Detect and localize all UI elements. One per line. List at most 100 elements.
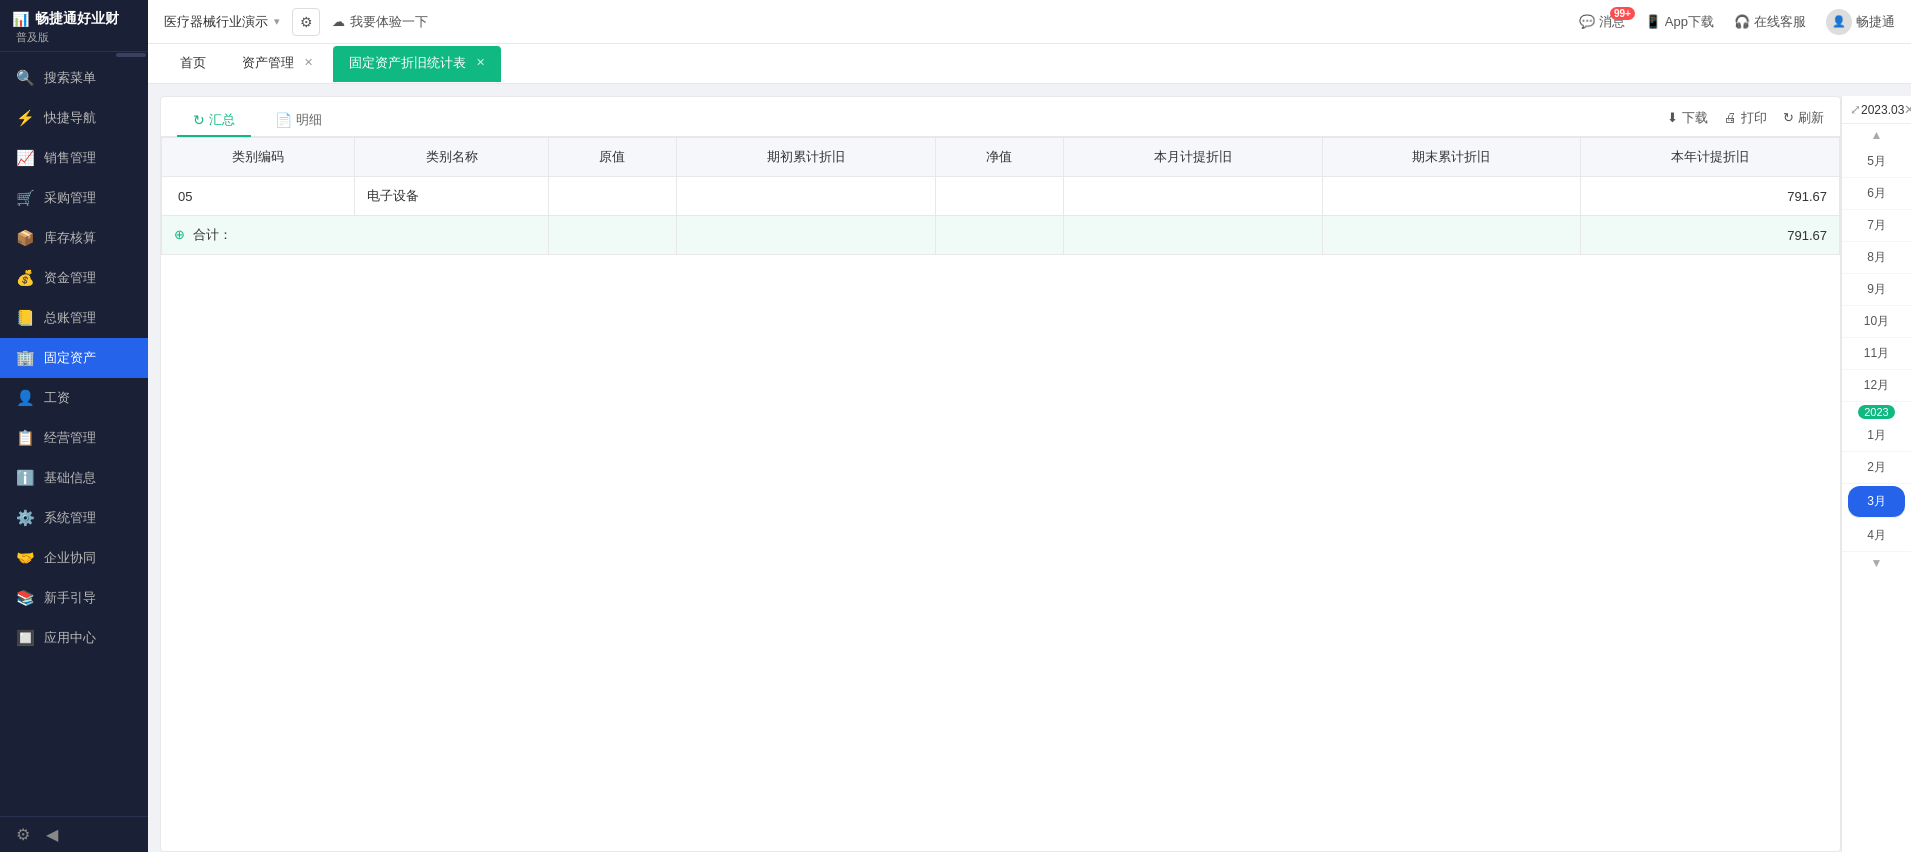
message-icon: 💬: [1579, 14, 1595, 29]
topbar-settings-button[interactable]: ⚙: [292, 8, 320, 36]
sidebar-label-search: 搜索菜单: [44, 69, 96, 87]
print-icon: 🖨: [1724, 110, 1737, 125]
tab-detail-label: 明细: [296, 111, 322, 129]
tab-detail[interactable]: 📄 明细: [259, 105, 338, 137]
sidebar-item-quicknav[interactable]: ⚡ 快捷导航: [0, 98, 148, 138]
sidebar-item-system[interactable]: ⚙️ 系统管理: [0, 498, 148, 538]
download-icon: ⬇: [1667, 110, 1678, 125]
sidebar-item-guide[interactable]: 📚 新手引导: [0, 578, 148, 618]
download-button[interactable]: ⬇ 下载: [1667, 109, 1708, 127]
close-panel-icon[interactable]: ✕: [1904, 102, 1911, 117]
content-area: ↻ 汇总 📄 明细 ⬇ 下载 🖨 打印: [148, 84, 1911, 852]
col-header-closing-accum: 期末累计折旧: [1322, 138, 1581, 177]
date-month-3-active[interactable]: 3月: [1848, 486, 1905, 518]
sidebar-item-fixed[interactable]: 🏢 固定资产: [0, 338, 148, 378]
print-button[interactable]: 🖨 打印: [1724, 109, 1767, 127]
customer-service-button[interactable]: 🎧 在线客服: [1734, 13, 1806, 31]
col-header-opening-accum: 期初累计折旧: [676, 138, 935, 177]
sidebar-label-business: 经营管理: [44, 429, 96, 447]
sidebar-label-fixed: 固定资产: [44, 349, 96, 367]
tab-fixed-depreciation[interactable]: 固定资产折旧统计表 ✕: [333, 46, 501, 82]
sidebar-item-collab[interactable]: 🤝 企业协同: [0, 538, 148, 578]
support-label: 在线客服: [1754, 13, 1806, 31]
payroll-icon: 👤: [16, 389, 34, 407]
sidebar-label-ledger: 总账管理: [44, 309, 96, 327]
sidebar-label-collab: 企业协同: [44, 549, 96, 567]
date-month-2[interactable]: 2月: [1842, 452, 1911, 484]
refresh-button[interactable]: ↻ 刷新: [1783, 109, 1824, 127]
sidebar-label-guide: 新手引导: [44, 589, 96, 607]
tab-asset-mgmt-close[interactable]: ✕: [304, 56, 313, 69]
sidebar-item-basicinfo[interactable]: ℹ️ 基础信息: [0, 458, 148, 498]
sidebar-logo: 📊 畅捷通好业财 普及版: [0, 0, 148, 52]
sidebar: 📊 畅捷通好业财 普及版 🔍 搜索菜单 ⚡ 快捷导航 📈 销售管理 🛒 采购管理…: [0, 0, 148, 852]
subtotal-opening-accum: [676, 216, 935, 255]
tab-bar: 首页 资产管理 ✕ 固定资产折旧统计表 ✕: [148, 44, 1911, 84]
tab-fixed-depreciation-close[interactable]: ✕: [476, 56, 485, 69]
experience-label: 我要体验一下: [350, 13, 428, 31]
sidebar-label-payroll: 工资: [44, 389, 70, 407]
notifications-button[interactable]: 💬 消息 99+: [1579, 13, 1625, 31]
user-profile-button[interactable]: 👤 畅捷通: [1826, 9, 1895, 35]
purchase-icon: 🛒: [16, 189, 34, 207]
subtotal-row: ⊕ 合计： 791.67: [162, 216, 1840, 255]
date-month-6[interactable]: 6月: [1842, 178, 1911, 210]
sidebar-footer: ⚙ ◀: [0, 816, 148, 852]
date-month-1[interactable]: 1月: [1842, 420, 1911, 452]
tab-summary[interactable]: ↻ 汇总: [177, 105, 251, 137]
sidebar-item-purchase[interactable]: 🛒 采购管理: [0, 178, 148, 218]
date-month-9[interactable]: 9月: [1842, 274, 1911, 306]
date-month-7[interactable]: 7月: [1842, 210, 1911, 242]
date-next-nav[interactable]: ▼: [1842, 552, 1911, 574]
print-label: 打印: [1741, 109, 1767, 127]
sidebar-item-sales[interactable]: 📈 销售管理: [0, 138, 148, 178]
company-name: 医疗器械行业演示: [164, 13, 268, 31]
sidebar-label-basicinfo: 基础信息: [44, 469, 96, 487]
year-2023-label: 2023: [1842, 402, 1911, 420]
topbar-right: 💬 消息 99+ 📱 App下载 🎧 在线客服 👤 畅捷通: [1579, 9, 1895, 35]
collapse-sidebar-icon[interactable]: ◀: [46, 825, 58, 844]
subtotal-monthly: [1063, 216, 1322, 255]
date-month-8[interactable]: 8月: [1842, 242, 1911, 274]
sidebar-item-appcenter[interactable]: 🔲 应用中心: [0, 618, 148, 658]
subtotal-original: [548, 216, 676, 255]
date-prev-nav[interactable]: ▲: [1842, 124, 1911, 146]
cell-original: [548, 177, 676, 216]
experience-button[interactable]: ☁ 我要体验一下: [332, 13, 428, 31]
tab-home[interactable]: 首页: [164, 46, 222, 82]
refresh-icon: ↻: [1783, 110, 1794, 125]
sidebar-item-business[interactable]: 📋 经营管理: [0, 418, 148, 458]
download-label: 下载: [1682, 109, 1708, 127]
sidebar-item-inventory[interactable]: 📦 库存核算: [0, 218, 148, 258]
up-arrow-icon: ▲: [1871, 128, 1883, 142]
col-header-net: 净值: [935, 138, 1063, 177]
date-month-11[interactable]: 11月: [1842, 338, 1911, 370]
headset-icon: 🎧: [1734, 14, 1750, 29]
cell-opening-accum: [676, 177, 935, 216]
settings-gear-icon[interactable]: ⚙: [16, 825, 30, 844]
sidebar-label-sales: 销售管理: [44, 149, 96, 167]
date-month-12[interactable]: 12月: [1842, 370, 1911, 402]
subtotal-text: 合计：: [193, 227, 232, 242]
date-month-5[interactable]: 5月: [1842, 146, 1911, 178]
report-subtabs: ↻ 汇总 📄 明细 ⬇ 下载 🖨 打印: [161, 97, 1840, 137]
tab-home-label: 首页: [180, 54, 206, 72]
app-download-button[interactable]: 📱 App下载: [1645, 13, 1714, 31]
app-title: 📊 畅捷通好业财: [12, 10, 136, 28]
date-year-label-header: 2023.03: [1861, 103, 1904, 117]
sales-icon: 📈: [16, 149, 34, 167]
date-month-10[interactable]: 10月: [1842, 306, 1911, 338]
sidebar-item-search[interactable]: 🔍 搜索菜单: [0, 58, 148, 98]
sidebar-item-funds[interactable]: 💰 资金管理: [0, 258, 148, 298]
download-label: App下载: [1665, 13, 1714, 31]
tab-asset-mgmt-label: 资产管理: [242, 54, 294, 72]
expand-icon[interactable]: ⤢: [1850, 102, 1861, 117]
tab-asset-mgmt[interactable]: 资产管理 ✕: [226, 46, 329, 82]
sidebar-label-inventory: 库存核算: [44, 229, 96, 247]
company-selector[interactable]: 医疗器械行业演示 ▾: [164, 13, 280, 31]
sidebar-item-payroll[interactable]: 👤 工资: [0, 378, 148, 418]
main-area: 医疗器械行业演示 ▾ ⚙ ☁ 我要体验一下 💬 消息 99+ 📱 App下载 🎧…: [148, 0, 1911, 852]
date-month-4[interactable]: 4月: [1842, 520, 1911, 552]
system-icon: ⚙️: [16, 509, 34, 527]
sidebar-item-ledger[interactable]: 📒 总账管理: [0, 298, 148, 338]
